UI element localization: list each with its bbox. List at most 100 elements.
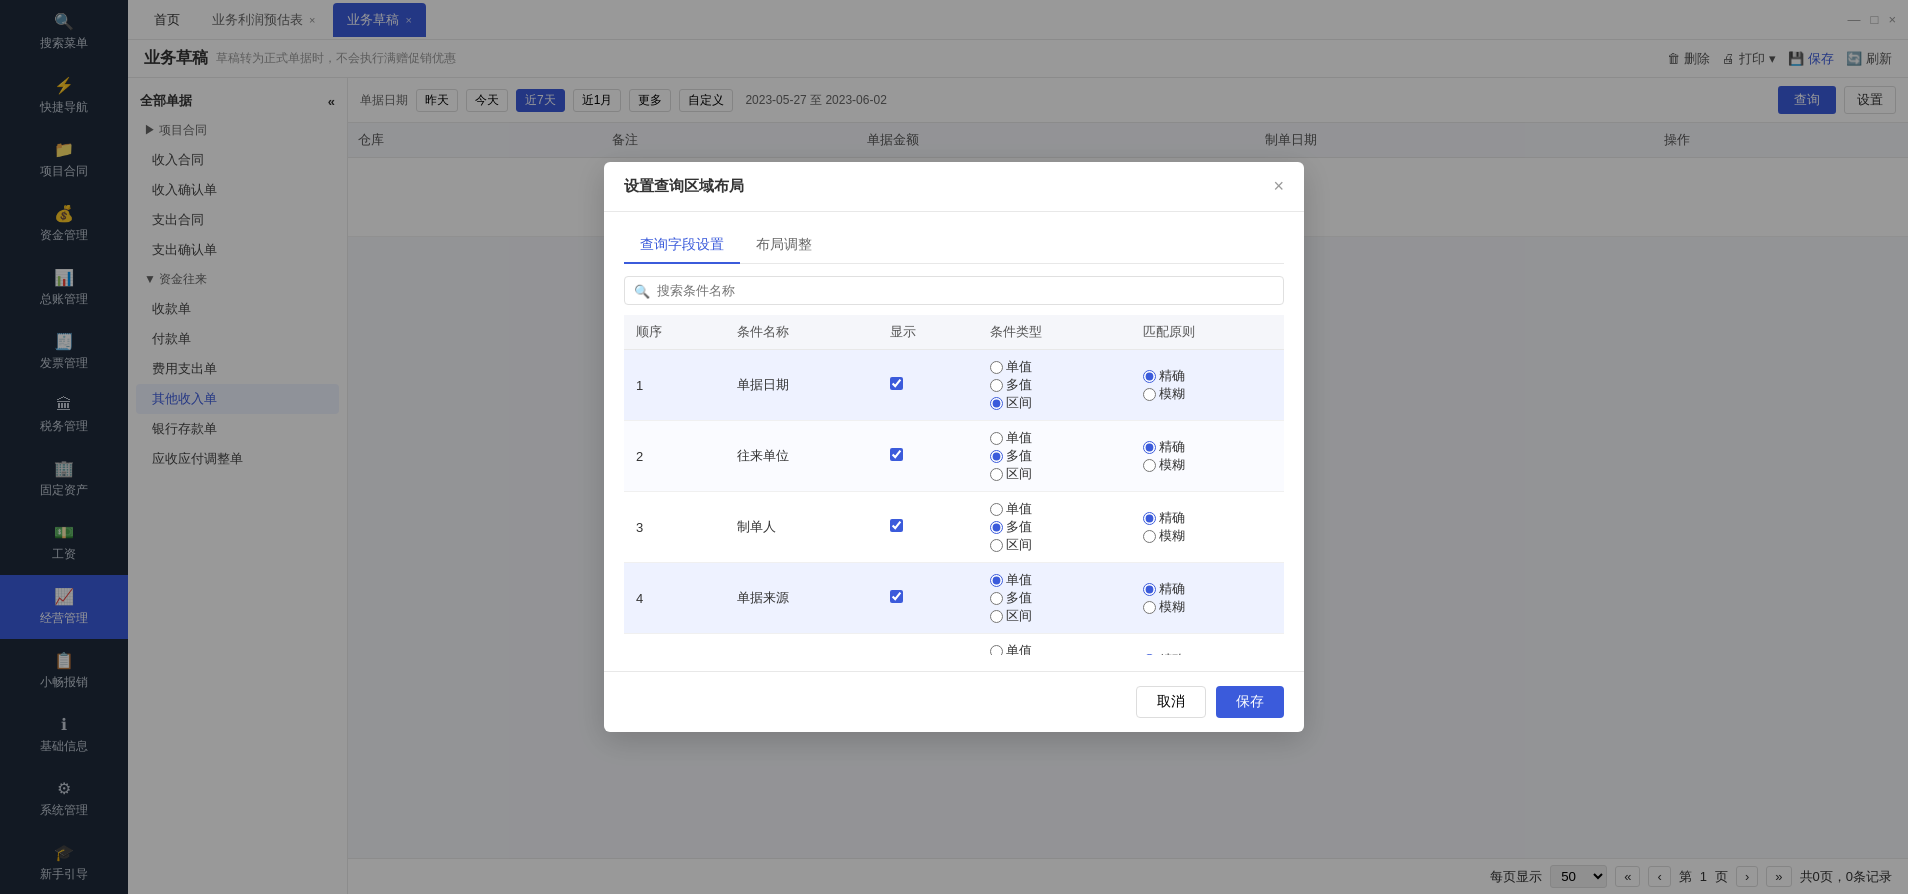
cell-type: 单值 多值 区间 — [978, 492, 1131, 563]
cell-show[interactable] — [878, 350, 979, 421]
radio-single[interactable] — [990, 432, 1003, 445]
modal-tab-layout[interactable]: 布局调整 — [740, 228, 828, 264]
show-checkbox[interactable] — [890, 590, 903, 603]
modal-tab-fields[interactable]: 查询字段设置 — [624, 228, 740, 264]
cell-match: 精确 模糊 — [1131, 634, 1284, 656]
settings-row: 4 单据来源 单值 多值 区间 精确 — [624, 563, 1284, 634]
radio-fuzzy[interactable] — [1143, 459, 1156, 472]
radio-multi-label[interactable]: 多值 — [990, 518, 1119, 536]
col-match: 匹配原则 — [1131, 315, 1284, 350]
radio-precise-label[interactable]: 精确 — [1143, 367, 1272, 385]
radio-range[interactable] — [990, 539, 1003, 552]
cell-order: 1 — [624, 350, 725, 421]
cell-type: 单值 多值 区间 — [978, 634, 1131, 656]
radio-range[interactable] — [990, 610, 1003, 623]
radio-fuzzy[interactable] — [1143, 601, 1156, 614]
radio-single-label[interactable]: 单值 — [990, 358, 1119, 376]
cell-order: 2 — [624, 421, 725, 492]
modal-title: 设置查询区域布局 — [624, 177, 744, 196]
modal-search: 🔍 — [624, 276, 1284, 305]
settings-table-scroll[interactable]: 顺序 条件名称 显示 条件类型 匹配原则 1 单据日期 单值 — [624, 315, 1284, 655]
radio-fuzzy-label[interactable]: 模糊 — [1143, 456, 1272, 474]
radio-multi-label[interactable]: 多值 — [990, 589, 1119, 607]
radio-precise-label[interactable]: 精确 — [1143, 580, 1272, 598]
radio-single-label[interactable]: 单值 — [990, 429, 1119, 447]
cell-match: 精确 模糊 — [1131, 421, 1284, 492]
cell-order: 4 — [624, 563, 725, 634]
radio-precise[interactable] — [1143, 583, 1156, 596]
radio-multi[interactable] — [990, 521, 1003, 534]
radio-single[interactable] — [990, 574, 1003, 587]
modal-body: 查询字段设置 布局调整 🔍 顺序 条件名称 显示 条件类型 — [604, 212, 1304, 671]
modal-close-button[interactable]: × — [1273, 176, 1284, 197]
radio-precise[interactable] — [1143, 654, 1156, 656]
radio-range[interactable] — [990, 397, 1003, 410]
cell-type: 单值 多值 区间 — [978, 563, 1131, 634]
show-checkbox[interactable] — [890, 519, 903, 532]
col-type: 条件类型 — [978, 315, 1131, 350]
radio-multi[interactable] — [990, 592, 1003, 605]
radio-single[interactable] — [990, 361, 1003, 374]
radio-precise[interactable] — [1143, 512, 1156, 525]
radio-multi[interactable] — [990, 379, 1003, 392]
modal-footer: 取消 保存 — [604, 671, 1304, 732]
cell-show[interactable] — [878, 492, 979, 563]
radio-multi[interactable] — [990, 450, 1003, 463]
radio-single-label[interactable]: 单值 — [990, 500, 1119, 518]
show-checkbox[interactable] — [890, 448, 903, 461]
modal-overlay: 设置查询区域布局 × 查询字段设置 布局调整 🔍 顺序 — [0, 0, 1908, 894]
radio-range-label[interactable]: 区间 — [990, 536, 1119, 554]
cell-name: 单据来源 — [725, 563, 878, 634]
radio-single[interactable] — [990, 503, 1003, 516]
cell-match: 精确 模糊 — [1131, 563, 1284, 634]
cell-name: 单据日期 — [725, 350, 878, 421]
col-order: 顺序 — [624, 315, 725, 350]
radio-fuzzy[interactable] — [1143, 530, 1156, 543]
cancel-button[interactable]: 取消 — [1136, 686, 1206, 718]
radio-range-label[interactable]: 区间 — [990, 607, 1119, 625]
col-name: 条件名称 — [725, 315, 878, 350]
cell-type: 单值 多值 区间 — [978, 421, 1131, 492]
radio-fuzzy[interactable] — [1143, 388, 1156, 401]
modal-tabs: 查询字段设置 布局调整 — [624, 228, 1284, 264]
cell-show[interactable] — [878, 563, 979, 634]
radio-precise[interactable] — [1143, 370, 1156, 383]
radio-fuzzy-label[interactable]: 模糊 — [1143, 385, 1272, 403]
settings-table: 顺序 条件名称 显示 条件类型 匹配原则 1 单据日期 单值 — [624, 315, 1284, 655]
radio-fuzzy-label[interactable]: 模糊 — [1143, 598, 1272, 616]
radio-range[interactable] — [990, 468, 1003, 481]
settings-header-row: 顺序 条件名称 显示 条件类型 匹配原则 — [624, 315, 1284, 350]
radio-precise[interactable] — [1143, 441, 1156, 454]
modal-save-button[interactable]: 保存 — [1216, 686, 1284, 718]
settings-modal: 设置查询区域布局 × 查询字段设置 布局调整 🔍 顺序 — [604, 162, 1304, 732]
radio-single-label[interactable]: 单值 — [990, 571, 1119, 589]
modal-search-icon: 🔍 — [634, 283, 650, 298]
radio-precise-label[interactable]: 精确 — [1143, 651, 1272, 655]
cell-name: 往来单位 — [725, 421, 878, 492]
show-checkbox[interactable] — [890, 377, 903, 390]
radio-multi-label[interactable]: 多值 — [990, 376, 1119, 394]
modal-header: 设置查询区域布局 × — [604, 162, 1304, 212]
radio-precise-label[interactable]: 精确 — [1143, 509, 1272, 527]
col-show: 显示 — [878, 315, 979, 350]
cell-match: 精确 模糊 — [1131, 492, 1284, 563]
cell-name: 部门 — [725, 634, 878, 656]
cell-show[interactable] — [878, 634, 979, 656]
radio-single[interactable] — [990, 645, 1003, 656]
cell-order: 5 — [624, 634, 725, 656]
cell-order: 3 — [624, 492, 725, 563]
modal-search-input[interactable] — [624, 276, 1284, 305]
radio-single-label[interactable]: 单值 — [990, 642, 1119, 655]
settings-row: 1 单据日期 单值 多值 区间 精确 — [624, 350, 1284, 421]
settings-row: 5 部门 单值 多值 区间 精确 — [624, 634, 1284, 656]
radio-fuzzy-label[interactable]: 模糊 — [1143, 527, 1272, 545]
radio-range-label[interactable]: 区间 — [990, 465, 1119, 483]
cell-show[interactable] — [878, 421, 979, 492]
radio-precise-label[interactable]: 精确 — [1143, 438, 1272, 456]
cell-match: 精确 模糊 — [1131, 350, 1284, 421]
radio-range-label[interactable]: 区间 — [990, 394, 1119, 412]
settings-row: 3 制单人 单值 多值 区间 精确 — [624, 492, 1284, 563]
radio-multi-label[interactable]: 多值 — [990, 447, 1119, 465]
cell-name: 制单人 — [725, 492, 878, 563]
settings-row: 2 往来单位 单值 多值 区间 精确 — [624, 421, 1284, 492]
